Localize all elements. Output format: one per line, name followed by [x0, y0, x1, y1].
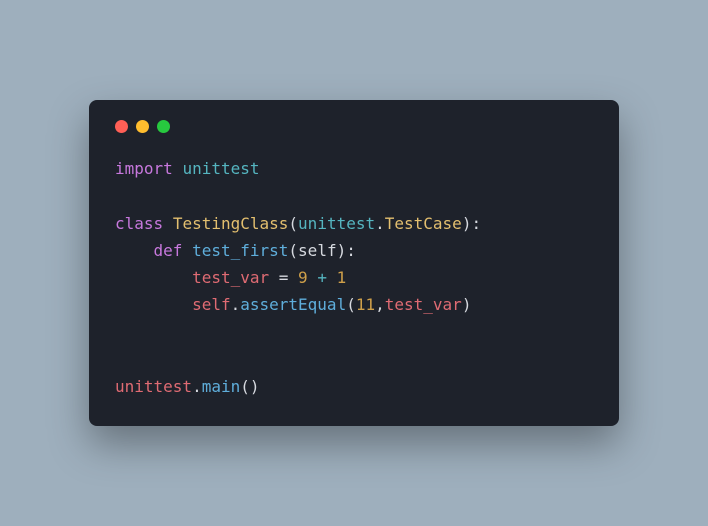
paren-close-colon: ): [462, 214, 481, 233]
module-name: unittest [182, 159, 259, 178]
number-literal: 11 [356, 295, 375, 314]
close-icon[interactable] [115, 120, 128, 133]
comma: , [375, 295, 385, 314]
minimize-icon[interactable] [136, 120, 149, 133]
module-ref: unittest [115, 377, 192, 396]
self-ref: self [192, 295, 231, 314]
keyword-import: import [115, 159, 173, 178]
paren-close: ) [462, 295, 472, 314]
method-name: assertEqual [240, 295, 346, 314]
variable-ref: test_var [385, 295, 462, 314]
number-literal: 9 [298, 268, 308, 287]
paren-open: ( [288, 214, 298, 233]
function-name: test_first [192, 241, 288, 260]
paren-close-colon: ): [337, 241, 356, 260]
code-block: import unittest class TestingClass(unitt… [115, 155, 593, 400]
paren-close: ) [250, 377, 260, 396]
number-literal: 1 [337, 268, 347, 287]
base-module: unittest [298, 214, 375, 233]
operator-plus: + [317, 268, 327, 287]
function-call: main [202, 377, 241, 396]
paren-open: ( [240, 377, 250, 396]
keyword-def: def [154, 241, 183, 260]
dot: . [375, 214, 385, 233]
param-self: self [298, 241, 337, 260]
class-name: TestingClass [173, 214, 289, 233]
paren-open: ( [346, 295, 356, 314]
variable-name: test_var [192, 268, 269, 287]
zoom-icon[interactable] [157, 120, 170, 133]
code-window: import unittest class TestingClass(unitt… [89, 100, 619, 426]
window-controls [115, 120, 593, 133]
dot: . [231, 295, 241, 314]
operator-assign: = [279, 268, 289, 287]
dot: . [192, 377, 202, 396]
base-class: TestCase [385, 214, 462, 233]
keyword-class: class [115, 214, 163, 233]
paren-open: ( [288, 241, 298, 260]
